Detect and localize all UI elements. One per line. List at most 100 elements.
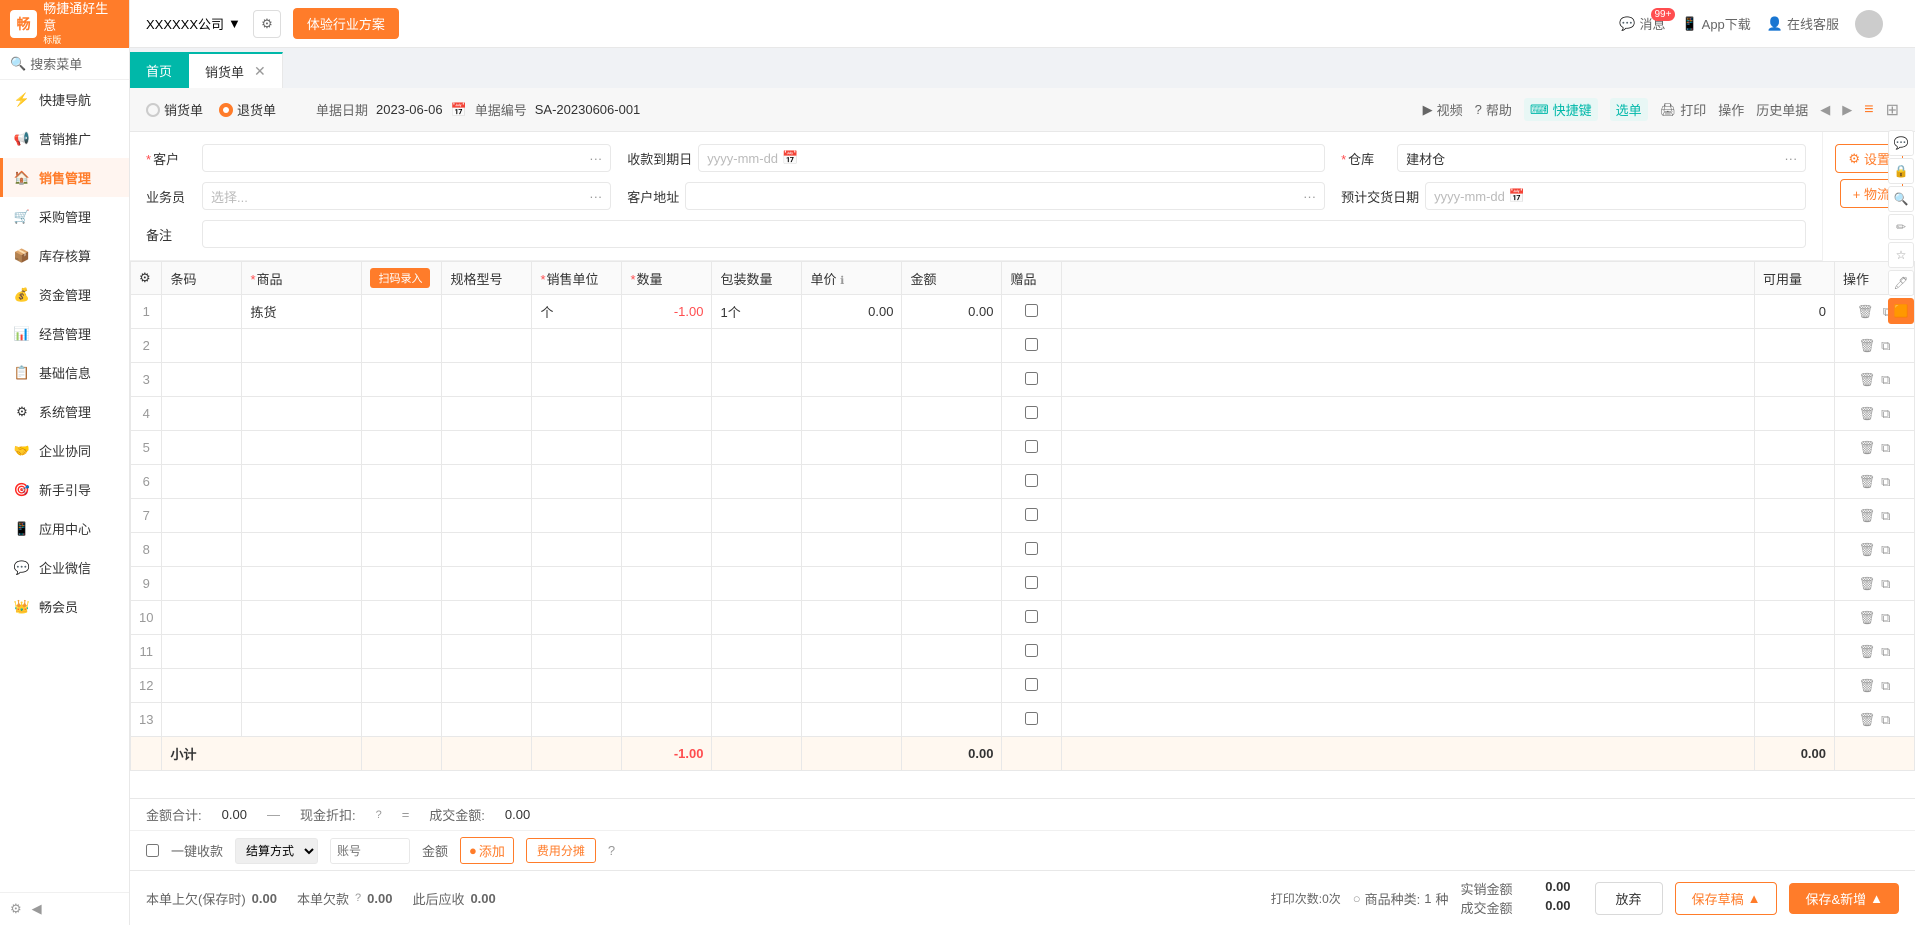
sidebar-item-finance[interactable]: 💰 资金管理: [0, 275, 129, 314]
row-spec-1[interactable]: [442, 295, 532, 329]
settings-bottom-icon[interactable]: ⚙: [10, 901, 22, 917]
calendar-icon[interactable]: 📅: [451, 102, 467, 118]
gift-checkbox-11[interactable]: [1025, 644, 1038, 657]
save-new-button[interactable]: 保存&新增 ▲: [1789, 883, 1899, 914]
delete-icon-3[interactable]: 🗑: [1859, 372, 1876, 387]
date-picker-icon[interactable]: 📅: [782, 150, 798, 166]
prev-icon[interactable]: ◀: [1820, 102, 1830, 118]
delete-icon-6[interactable]: 🗑: [1859, 474, 1876, 489]
operate-action[interactable]: 操作: [1718, 100, 1744, 119]
history-action[interactable]: 历史单据: [1756, 100, 1808, 119]
delete-icon-9[interactable]: 🗑: [1859, 576, 1876, 591]
arrears-help-icon[interactable]: ?: [355, 892, 361, 904]
sidebar-item-enterprise[interactable]: 🤝 企业协同: [0, 431, 129, 470]
copy-icon-10[interactable]: ⧉: [1881, 610, 1890, 625]
warehouse-dots[interactable]: ···: [1784, 151, 1797, 166]
price-info-icon[interactable]: ℹ: [840, 275, 844, 287]
expected-date-picker-icon[interactable]: 📅: [1509, 188, 1525, 204]
topbar-settings-button[interactable]: ⚙: [253, 10, 281, 38]
next-icon[interactable]: ▶: [1842, 102, 1852, 118]
copy-icon-9[interactable]: ⧉: [1881, 576, 1890, 591]
delete-icon-4[interactable]: 🗑: [1859, 406, 1876, 421]
gift-checkbox-8[interactable]: [1025, 542, 1038, 555]
remarks-input[interactable]: [202, 220, 1806, 248]
print-action[interactable]: 🖨 打印: [1660, 100, 1707, 119]
th-gear[interactable]: ⚙: [131, 262, 162, 295]
vap-pen[interactable]: 🖊: [1888, 270, 1914, 296]
add-payment-button[interactable]: ● 添加: [460, 837, 514, 864]
company-selector[interactable]: XXXXXX公司 ▼: [146, 14, 241, 33]
gift-checkbox-9[interactable]: [1025, 576, 1038, 589]
customer-dots[interactable]: ···: [589, 151, 602, 166]
sidebar-item-quick-nav[interactable]: ⚡ 快捷导航: [0, 80, 129, 119]
app-download-button[interactable]: 📱 App下载: [1681, 14, 1750, 33]
delete-icon-8[interactable]: 🗑: [1859, 542, 1876, 557]
row-unit-1[interactable]: 个: [532, 295, 622, 329]
user-avatar[interactable]: [1855, 10, 1883, 38]
product-kind-icon[interactable]: ○: [1353, 891, 1361, 906]
vap-search[interactable]: 🔍: [1888, 186, 1914, 212]
sidebar-item-purchase[interactable]: 🛒 采购管理: [0, 197, 129, 236]
discount-info-icon[interactable]: ?: [376, 809, 382, 821]
sidebar-item-app-center[interactable]: 📱 应用中心: [0, 509, 129, 548]
gift-checkbox-4[interactable]: [1025, 406, 1038, 419]
fee-split-button[interactable]: 费用分摊: [526, 838, 596, 863]
delete-icon-5[interactable]: 🗑: [1859, 440, 1876, 455]
gift-checkbox-12[interactable]: [1025, 678, 1038, 691]
return-bill-radio[interactable]: 退货单: [219, 100, 276, 119]
delete-icon-12[interactable]: 🗑: [1859, 678, 1876, 693]
sidebar-item-marketing[interactable]: 📢 营销推广: [0, 119, 129, 158]
help-action[interactable]: ? 帮助: [1475, 100, 1512, 119]
copy-icon-5[interactable]: ⧉: [1881, 440, 1890, 455]
trial-button[interactable]: 体验行业方案: [293, 8, 399, 39]
th-scan[interactable]: 扫码录入: [362, 262, 442, 295]
row-product-1[interactable]: 拣货: [242, 295, 362, 329]
copy-icon-11[interactable]: ⧉: [1881, 644, 1890, 659]
salesperson-input[interactable]: 选择... ···: [202, 182, 611, 210]
gift-checkbox-6[interactable]: [1025, 474, 1038, 487]
delete-icon-2[interactable]: 🗑: [1859, 338, 1876, 353]
message-button[interactable]: 💬 消息 99+: [1619, 14, 1665, 33]
tab-close-button[interactable]: ✕: [254, 63, 266, 80]
vap-star[interactable]: ☆: [1888, 242, 1914, 268]
delete-icon-1[interactable]: 🗑: [1857, 304, 1874, 319]
gift-checkbox-5[interactable]: [1025, 440, 1038, 453]
account-input[interactable]: [330, 838, 410, 864]
shortcut-action[interactable]: ⌨ 快捷键: [1524, 98, 1598, 121]
sidebar-item-wechat[interactable]: 💬 企业微信: [0, 548, 129, 587]
online-service-button[interactable]: 👤 在线客服: [1767, 14, 1839, 33]
customer-addr-input[interactable]: ···: [685, 182, 1325, 210]
choose-action[interactable]: 选单: [1610, 98, 1648, 121]
table-wrapper[interactable]: ⚙ 条码 *商品 扫码录入 规格: [130, 261, 1915, 798]
gift-checkbox-10[interactable]: [1025, 610, 1038, 623]
one-click-payment-checkbox[interactable]: [146, 844, 159, 857]
tab-sales-order[interactable]: 销货单 ✕: [189, 52, 283, 88]
save-draft-button[interactable]: 保存草稿 ▲: [1675, 882, 1778, 915]
vap-edit[interactable]: ✏: [1888, 214, 1914, 240]
gift-checkbox-3[interactable]: [1025, 372, 1038, 385]
tab-home[interactable]: 首页: [130, 52, 189, 88]
copy-icon-12[interactable]: ⧉: [1881, 678, 1890, 693]
copy-icon-13[interactable]: ⧉: [1881, 712, 1890, 727]
gift-checkbox-13[interactable]: [1025, 712, 1038, 725]
row-barcode-1[interactable]: [162, 295, 242, 329]
gift-checkbox-2[interactable]: [1025, 338, 1038, 351]
sidebar-item-basic-info[interactable]: 📋 基础信息: [0, 353, 129, 392]
delete-icon-11[interactable]: 🗑: [1859, 644, 1876, 659]
copy-icon-2[interactable]: ⧉: [1881, 338, 1890, 353]
copy-icon-6[interactable]: ⧉: [1881, 474, 1890, 489]
delete-icon-13[interactable]: 🗑: [1859, 712, 1876, 727]
vap-lock[interactable]: 🔒: [1888, 158, 1914, 184]
copy-icon-7[interactable]: ⧉: [1881, 508, 1890, 523]
row-note-1[interactable]: [1062, 295, 1755, 329]
copy-icon-8[interactable]: ⧉: [1881, 542, 1890, 557]
collapse-icon[interactable]: ◀: [32, 901, 42, 917]
payment-help-icon[interactable]: ?: [608, 843, 615, 858]
gift-checkbox-7[interactable]: [1025, 508, 1038, 521]
sidebar-item-inventory[interactable]: 📦 库存核算: [0, 236, 129, 275]
warehouse-input[interactable]: 建材仓 ···: [1397, 144, 1806, 172]
sidebar-item-sales[interactable]: 🏠 销售管理: [0, 158, 129, 197]
scan-button[interactable]: 扫码录入: [370, 268, 430, 288]
collection-date-input[interactable]: yyyy-mm-dd 📅: [698, 144, 1325, 172]
addr-dots[interactable]: ···: [1303, 189, 1316, 204]
